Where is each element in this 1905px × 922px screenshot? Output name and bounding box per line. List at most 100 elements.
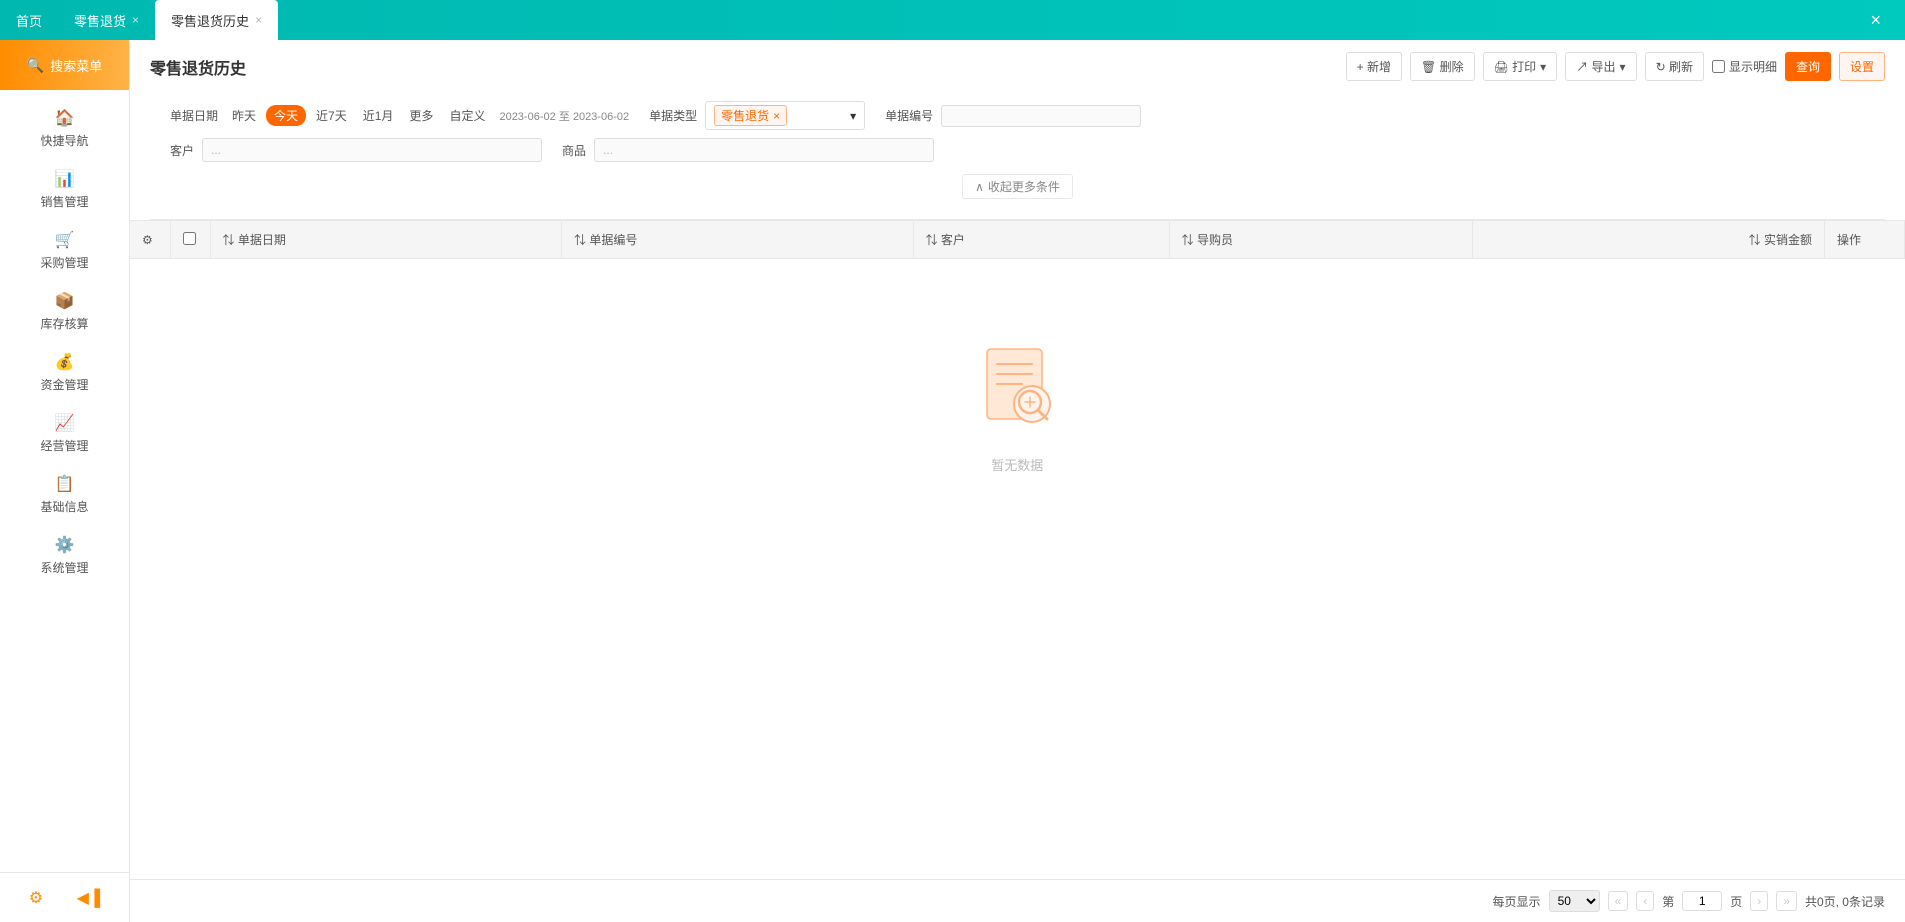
- page-unit: 页: [1730, 893, 1742, 910]
- th-doc-no[interactable]: ⇅ 单据编号: [562, 221, 914, 259]
- sidebar-item-purchase-mgmt-label: 采购管理: [40, 254, 88, 271]
- filter-area: 单据日期 昨天 今天 近7天 近1月 更多 自定义 2023-06-02 至 2…: [150, 91, 1885, 220]
- display-checkbox[interactable]: [1712, 60, 1725, 73]
- filter-row-2: 客户 ... 商品 ...: [170, 138, 1865, 162]
- date-label: 单据日期: [170, 107, 218, 124]
- delete-button[interactable]: 🗑 删除: [1410, 52, 1475, 81]
- export-label: ↗ 导出: [1576, 58, 1615, 75]
- tab-retail-return-close[interactable]: ×: [132, 13, 139, 27]
- sidebar-search-label: 搜索菜单: [50, 56, 102, 75]
- print-button[interactable]: 🖨 打印 ▾: [1483, 52, 1558, 81]
- collapse-button[interactable]: ∧ 收起更多条件: [962, 174, 1073, 199]
- empty-text: 暂无数据: [991, 455, 1043, 474]
- audio-button[interactable]: ◀▐: [77, 888, 101, 908]
- window-close-button[interactable]: ×: [1862, 6, 1889, 35]
- date-btn-more[interactable]: 更多: [403, 105, 439, 126]
- print-dropdown-icon[interactable]: ▾: [1540, 60, 1546, 74]
- display-toggle[interactable]: 显示明细: [1712, 58, 1777, 75]
- date-btn-today[interactable]: 今天: [266, 105, 306, 126]
- settings-icon[interactable]: ⚙: [142, 233, 153, 247]
- collapse-icon: ∧: [975, 180, 984, 194]
- total-label: 共0页, 0条记录: [1805, 893, 1885, 910]
- page-header: 零售退货历史 + 新增 🗑 删除 🖨 打印 ▾ ↗ 导出 ▾ ↻ 刷新: [130, 40, 1905, 221]
- page-title-row: 零售退货历史 + 新增 🗑 删除 🖨 打印 ▾ ↗ 导出 ▾ ↻ 刷新: [150, 52, 1885, 81]
- th-checkbox[interactable]: [170, 221, 210, 259]
- th-customer-label: ⇅ 客户: [926, 233, 965, 247]
- query-button[interactable]: 查询: [1785, 52, 1831, 81]
- sidebar-item-finance[interactable]: 💰 资金管理: [0, 342, 129, 403]
- next-page-button[interactable]: ›: [1750, 891, 1768, 911]
- collapse-label: 收起更多条件: [988, 178, 1060, 195]
- date-btn-yesterday[interactable]: 昨天: [226, 105, 262, 126]
- basic-info-icon: 📋: [55, 474, 75, 494]
- sidebar-item-quick-nav[interactable]: 🏠 快捷导航: [0, 98, 129, 159]
- sidebar-item-operations[interactable]: 📈 经营管理: [0, 403, 129, 464]
- toolbar: + 新增 🗑 删除 🖨 打印 ▾ ↗ 导出 ▾ ↻ 刷新 显示明细: [1346, 52, 1885, 81]
- doc-type-select[interactable]: 零售退货 × ▾: [705, 101, 865, 130]
- page-label: 第: [1662, 893, 1674, 910]
- th-guide[interactable]: ⇅ 导购员: [1169, 221, 1473, 259]
- print-label: 🖨 打印: [1494, 58, 1537, 75]
- table-header-row: ⚙ ⇅ 单据日期 ⇅ 单据编号 ⇅ 客户: [130, 221, 1905, 259]
- doc-type-tag-remove[interactable]: ×: [773, 109, 780, 123]
- page-title: 零售退货历史: [150, 55, 246, 79]
- customer-input[interactable]: ...: [202, 138, 542, 162]
- tab-retail-return-history[interactable]: 零售退货历史 ×: [155, 0, 278, 40]
- tab-home[interactable]: 首页: [0, 0, 58, 40]
- sidebar-item-system-mgmt-label: 系统管理: [40, 559, 88, 576]
- sidebar-item-sales-mgmt[interactable]: 📊 销售管理: [0, 159, 129, 220]
- last-page-button[interactable]: »: [1776, 891, 1797, 911]
- sidebar-search[interactable]: 🔍 搜索菜单: [0, 40, 129, 90]
- select-all-checkbox[interactable]: [183, 232, 196, 245]
- table-body: 暂无数据: [130, 259, 1905, 555]
- content-area: 零售退货历史 + 新增 🗑 删除 🖨 打印 ▾ ↗ 导出 ▾ ↻ 刷新: [130, 40, 1905, 922]
- operations-icon: 📈: [55, 413, 75, 433]
- th-customer[interactable]: ⇅ 客户: [913, 221, 1169, 259]
- sidebar-item-basic-info[interactable]: 📋 基础信息: [0, 464, 129, 525]
- date-btn-custom[interactable]: 自定义: [443, 105, 491, 126]
- per-page-select[interactable]: 20 50 100: [1549, 890, 1600, 912]
- sidebar-item-inventory-label: 库存核算: [40, 315, 88, 332]
- th-doc-date[interactable]: ⇅ 单据日期: [210, 221, 562, 259]
- doc-type-dropdown-icon[interactable]: ▾: [850, 109, 856, 123]
- sidebar-item-basic-info-label: 基础信息: [40, 498, 88, 515]
- top-bar-right: ×: [1862, 6, 1905, 35]
- th-amount-label: ⇅ 实销金额: [1749, 233, 1812, 247]
- refresh-button[interactable]: ↻ 刷新: [1645, 52, 1704, 81]
- page-number-input[interactable]: [1682, 891, 1722, 911]
- inventory-icon: 📦: [55, 291, 75, 311]
- tab-retail-return-history-close[interactable]: ×: [255, 13, 262, 27]
- filter-date: 单据日期 昨天 今天 近7天 近1月 更多 自定义 2023-06-02 至 2…: [170, 105, 629, 126]
- display-label: 显示明细: [1729, 58, 1777, 75]
- doc-no-input[interactable]: [941, 105, 1141, 127]
- filter-doc-type: 单据类型 零售退货 × ▾: [649, 101, 865, 130]
- data-table: ⚙ ⇅ 单据日期 ⇅ 单据编号 ⇅ 客户: [130, 221, 1905, 554]
- th-amount[interactable]: ⇅ 实销金额: [1473, 221, 1825, 259]
- export-dropdown-icon[interactable]: ▾: [1620, 60, 1626, 74]
- th-settings[interactable]: ⚙: [130, 221, 170, 259]
- tab-bar: 首页 零售退货 × 零售退货历史 ×: [0, 0, 1862, 40]
- th-guide-label: ⇅ 导购员: [1182, 233, 1233, 247]
- empty-state: 暂无数据: [130, 259, 1905, 554]
- first-page-button[interactable]: «: [1608, 891, 1629, 911]
- sidebar-item-system-mgmt[interactable]: ⚙️ 系统管理: [0, 525, 129, 586]
- tab-retail-return[interactable]: 零售退货 ×: [58, 0, 155, 40]
- export-button[interactable]: ↗ 导出 ▾: [1565, 52, 1636, 81]
- goods-input[interactable]: ...: [594, 138, 934, 162]
- sidebar-item-purchase-mgmt[interactable]: 🛒 采购管理: [0, 220, 129, 281]
- system-icon: ⚙️: [55, 535, 75, 555]
- new-button[interactable]: + 新增: [1346, 52, 1402, 81]
- sidebar-item-inventory[interactable]: 📦 库存核算: [0, 281, 129, 342]
- date-btn-7days[interactable]: 近7天: [310, 105, 353, 126]
- prev-page-button[interactable]: ‹: [1636, 891, 1654, 911]
- goods-label: 商品: [562, 142, 586, 159]
- date-btn-1month[interactable]: 近1月: [357, 105, 400, 126]
- th-actions: 操作: [1825, 221, 1905, 259]
- settings-filter-button[interactable]: 设置: [1839, 52, 1885, 81]
- sidebar-nav: 🏠 快捷导航 📊 销售管理 🛒 采购管理 📦 库存核算 💰 资金管理 📈: [0, 90, 129, 872]
- tab-home-label: 首页: [16, 11, 42, 30]
- settings-button[interactable]: ⚙: [29, 888, 43, 908]
- filter-goods: 商品 ...: [562, 138, 934, 162]
- th-doc-date-label: ⇅ 单据日期: [223, 233, 286, 247]
- per-page-label: 每页显示: [1493, 893, 1541, 910]
